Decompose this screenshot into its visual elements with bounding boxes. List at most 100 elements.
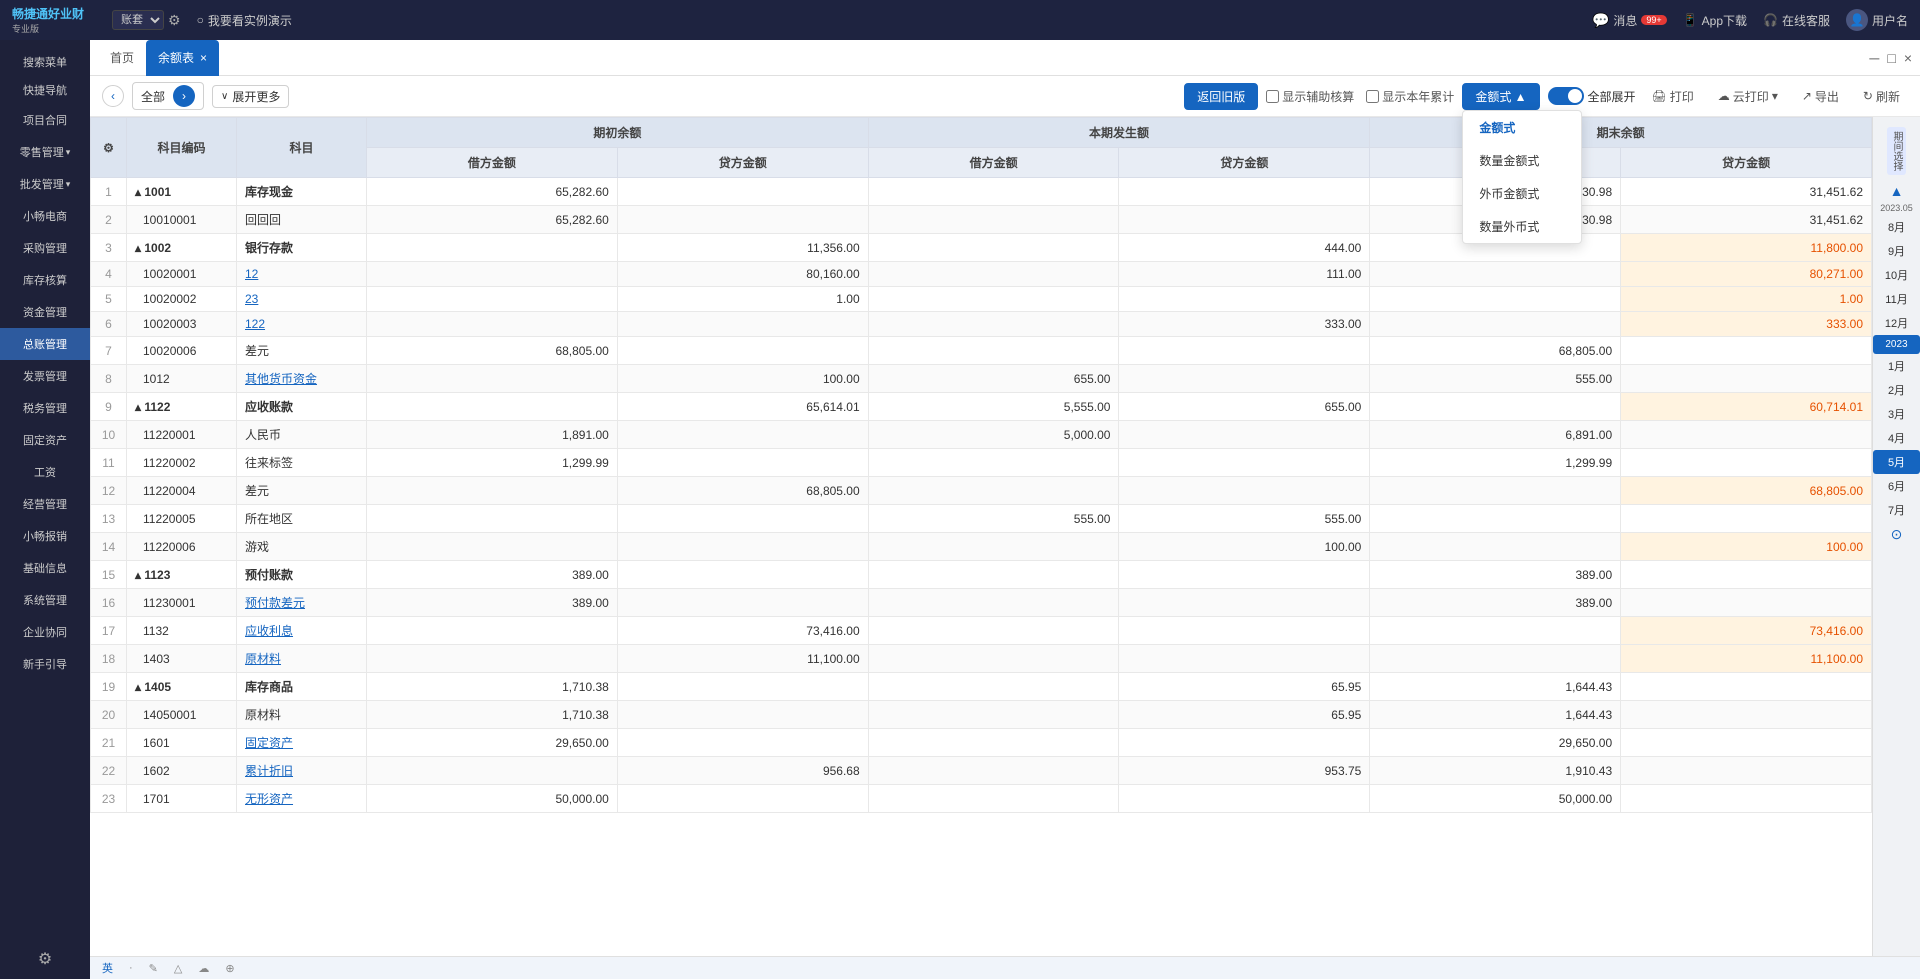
toggle-expand-all[interactable]: 全部展开 [1548,87,1636,105]
account-name[interactable]: 122 [237,312,367,337]
sidebar-item-assets[interactable]: 固定资产 [0,424,90,456]
month-8[interactable]: 8月 [1873,215,1920,239]
sidebar-gear-icon[interactable]: ⚙ [38,951,52,968]
table-row[interactable]: 1111220002往来标签1,299.991,299.99 [91,449,1872,477]
sidebar-item-tax[interactable]: 税务管理 [0,392,90,424]
sidebar-item-basic-info[interactable]: 基础信息 [0,552,90,584]
print-btn[interactable]: 🖨 打印 [1644,84,1702,109]
account-name[interactable]: 23 [237,287,367,312]
table-row[interactable]: 4100200011280,160.00111.0080,271.00 [91,262,1872,287]
tab-close-icon[interactable]: × [200,40,207,76]
format-btn[interactable]: 金额式 ▲ [1462,83,1539,110]
dropdown-item-foreign-amount[interactable]: 外币金额式 [1463,177,1581,210]
notifications[interactable]: 💬 消息 99+ [1592,12,1667,29]
month-10[interactable]: 10月 [1873,263,1920,287]
settings-icon[interactable]: ⚙ [168,12,181,29]
show-ytd-check[interactable]: 显示本年累计 [1366,88,1454,105]
account-name[interactable]: 累计折旧 [237,757,367,785]
status-icon-1[interactable]: ✎ [149,962,158,975]
refresh-btn[interactable]: ↻ 刷新 [1855,84,1908,109]
table-row[interactable]: 181403原材料11,100.0011,100.00 [91,645,1872,673]
status-icon-3[interactable]: ☁ [198,962,209,975]
table-row[interactable]: 710020006差元68,805.0068,805.00 [91,337,1872,365]
sidebar-item-invoice[interactable]: 发票管理 [0,360,90,392]
table-row[interactable]: 1011220001人民币1,891.005,000.006,891.00 [91,421,1872,449]
dropdown-item-quantity-amount[interactable]: 数量金额式 [1463,144,1581,177]
sidebar-item-ecommerce[interactable]: 小畅电商 [0,200,90,232]
status-icon-4[interactable]: ⊕ [225,962,234,975]
sidebar-quick-nav[interactable]: 快捷导航 [0,76,90,104]
expand-more[interactable]: ∨ 展开更多 [212,85,289,108]
table-row[interactable]: 221602累计折旧956.68953.751,910.43 [91,757,1872,785]
panel-nav-up[interactable]: ▲ [1888,181,1906,201]
account-name[interactable]: 预付款差元 [237,589,367,617]
month-2[interactable]: 2月 [1873,378,1920,402]
month-7[interactable]: 7月 [1873,498,1920,522]
table-row[interactable]: 1611230001预付款差元389.00389.00 [91,589,1872,617]
minimize-icon[interactable]: ─ [1869,50,1879,66]
sidebar-item-capital[interactable]: 资金管理 [0,296,90,328]
demo-link[interactable]: ○ 我要看实例演示 [197,12,292,29]
account-name[interactable]: 无形资产 [237,785,367,813]
online-support[interactable]: 🎧 在线客服 [1763,12,1830,29]
month-5[interactable]: 5月 [1873,450,1920,474]
month-6[interactable]: 6月 [1873,474,1920,498]
user-avatar[interactable]: 👤 用户名 [1846,9,1908,31]
sidebar-item-purchase[interactable]: 采购管理 [0,232,90,264]
nav-back[interactable]: ‹ [102,85,124,107]
export-btn[interactable]: ↗ 导出 [1794,84,1847,109]
dropdown-item-amount[interactable]: 金额式 [1463,111,1581,144]
table-row[interactable]: 171132应收利息73,416.0073,416.00 [91,617,1872,645]
sidebar-search[interactable]: 搜索菜单 [0,48,90,76]
month-4[interactable]: 4月 [1873,426,1920,450]
maximize-icon[interactable]: □ [1887,50,1895,66]
sidebar-item-expense[interactable]: 小畅报销 [0,520,90,552]
table-row[interactable]: 1211220004差元68,805.0068,805.00 [91,477,1872,505]
account-name[interactable]: 原材料 [237,645,367,673]
table-row[interactable]: 3▴ 1002银行存款11,356.00444.0011,800.00 [91,234,1872,262]
table-row[interactable]: 19▴ 1405库存商品1,710.3865.951,644.43 [91,673,1872,701]
close-icon[interactable]: × [1904,50,1912,66]
month-11[interactable]: 11月 [1873,287,1920,311]
sidebar-item-newbie[interactable]: 新手引导 [0,648,90,680]
show-aux-check[interactable]: 显示辅助核算 [1266,88,1354,105]
table-row[interactable]: 2014050001原材料1,710.3865.951,644.43 [91,701,1872,729]
sidebar-item-management[interactable]: 经营管理 [0,488,90,520]
table-row[interactable]: 510020002231.001.00 [91,287,1872,312]
status-lang[interactable]: 英 [102,960,113,976]
account-name[interactable]: 其他货币资金 [237,365,367,393]
sidebar-item-retail[interactable]: 零售管理▾ [0,136,90,168]
account-name[interactable]: 固定资产 [237,729,367,757]
tab-home[interactable]: 首页 [98,40,146,76]
table-row[interactable]: 15▴ 1123预付账款389.00389.00 [91,561,1872,589]
month-3[interactable]: 3月 [1873,402,1920,426]
tab-balance-sheet[interactable]: 余额表 × [146,40,219,76]
account-selector[interactable]: 账套 [112,10,164,30]
sidebar-item-collab[interactable]: 企业协同 [0,616,90,648]
table-row[interactable]: 1411220006游戏100.00100.00 [91,533,1872,561]
cloud-print-btn[interactable]: ☁ 云打印 ▾ [1710,84,1786,109]
table-row[interactable]: 81012其他货币资金100.00655.00555.00 [91,365,1872,393]
table-row[interactable]: 610020003122333.00333.00 [91,312,1872,337]
table-row[interactable]: 1▴ 1001库存现金65,282.6033,830.9831,451.62 [91,178,1872,206]
status-icon-2[interactable]: △ [174,962,182,975]
panel-expand-icon[interactable]: ⊙ [1891,526,1903,543]
sidebar-item-ledger[interactable]: 总账管理 [0,328,90,360]
nav-forward-icon[interactable]: › [173,85,195,107]
settings-header[interactable]: ⚙ [91,118,127,178]
sidebar-item-system[interactable]: 系统管理 [0,584,90,616]
sidebar-item-payroll[interactable]: 工资 [0,456,90,488]
sidebar-item-inventory[interactable]: 库存核算 [0,264,90,296]
table-row[interactable]: 9▴ 1122应收账款65,614.015,555.00655.0060,714… [91,393,1872,421]
table-row[interactable]: 211601固定资产29,650.0029,650.00 [91,729,1872,757]
dropdown-item-quantity-foreign[interactable]: 数量外币式 [1463,210,1581,243]
sidebar-item-wholesale[interactable]: 批发管理▾ [0,168,90,200]
app-download[interactable]: 📱 App下载 [1683,12,1747,29]
month-1[interactable]: 1月 [1873,354,1920,378]
month-9[interactable]: 9月 [1873,239,1920,263]
table-row[interactable]: 231701无形资产50,000.0050,000.00 [91,785,1872,813]
period-select-label[interactable]: 期间选择 [1887,127,1906,175]
sidebar-item-project[interactable]: 项目合同 [0,104,90,136]
account-name[interactable]: 应收利息 [237,617,367,645]
return-old-btn[interactable]: 返回旧版 [1184,83,1258,110]
